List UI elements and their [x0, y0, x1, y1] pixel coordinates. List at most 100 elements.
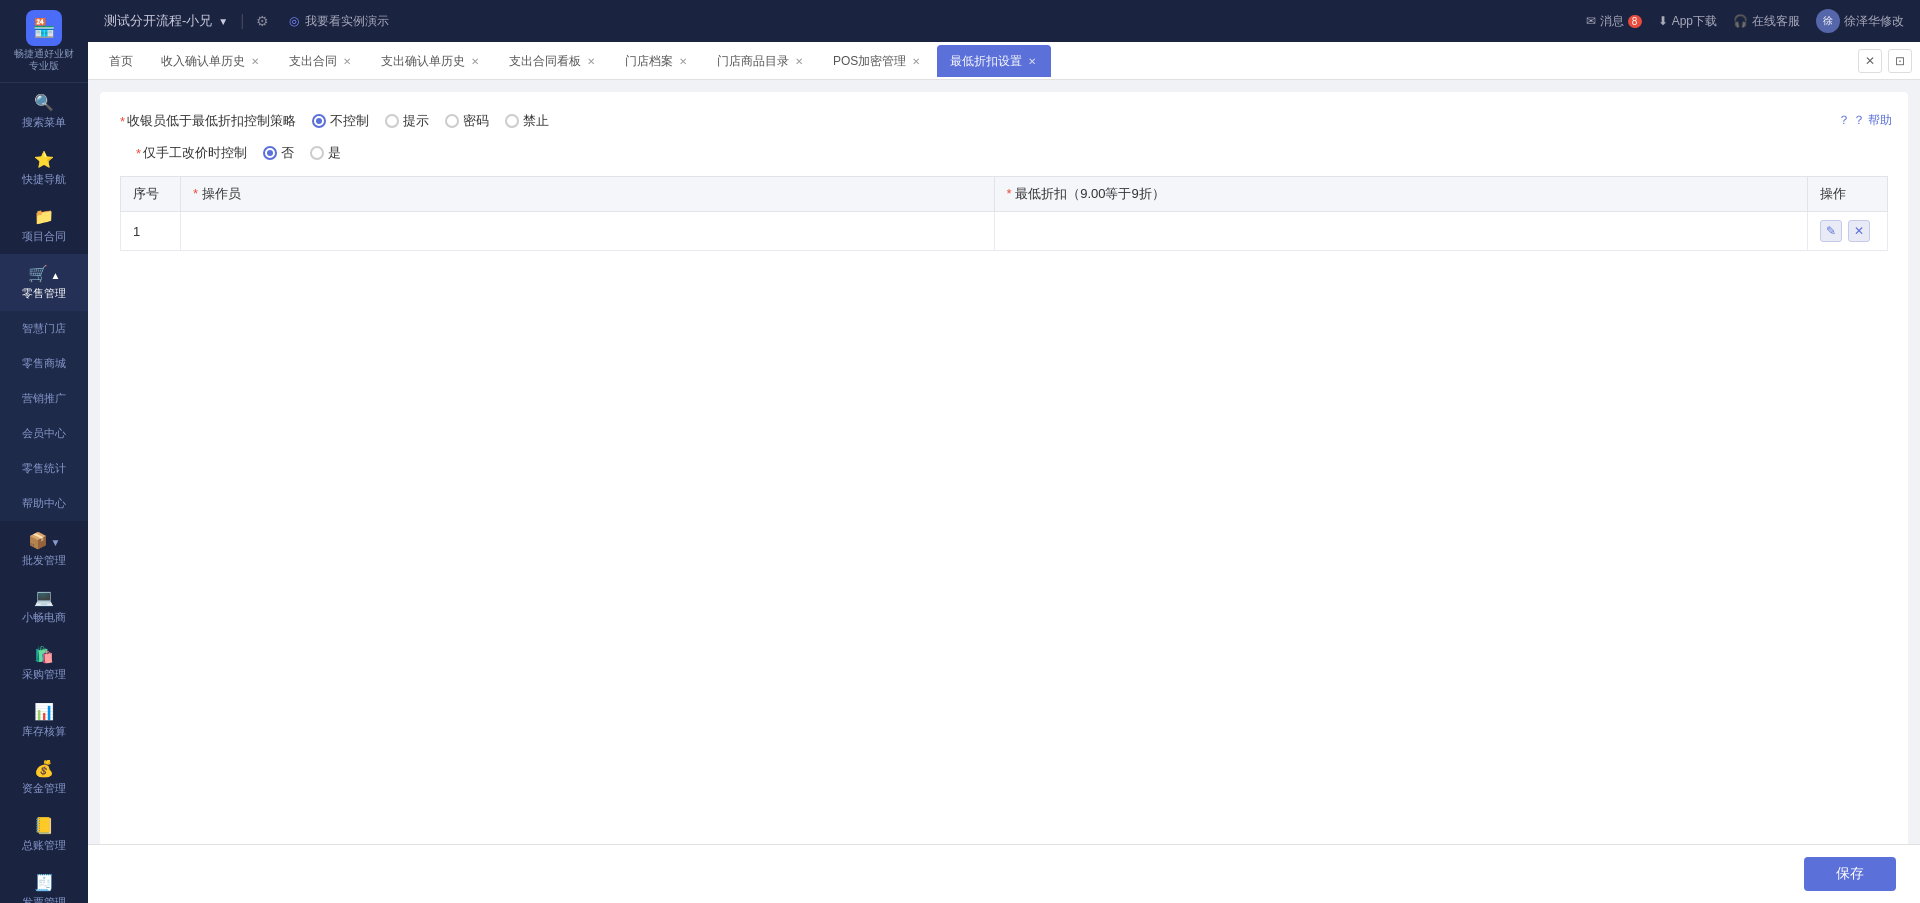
tab-pos-security[interactable]: POS加密管理 ✕: [820, 45, 935, 77]
cell-operator[interactable]: [181, 212, 995, 251]
th-action: 操作: [1808, 177, 1888, 212]
chart-icon: 📊: [34, 702, 54, 721]
table-row: 1 ✎ ✕: [121, 212, 1888, 251]
radio-yes[interactable]: 是: [310, 144, 341, 162]
tab-close-pos-security[interactable]: ✕: [910, 55, 922, 68]
tab-close-payment-board[interactable]: ✕: [585, 55, 597, 68]
tab-payment-confirm-history[interactable]: 支出确认单历史 ✕: [368, 45, 494, 77]
cell-min-discount[interactable]: [994, 212, 1808, 251]
action-buttons: ✎ ✕: [1820, 220, 1875, 242]
tab-store-archive-label: 门店档案: [625, 53, 673, 70]
tab-store-catalog-label: 门店商品目录: [717, 53, 789, 70]
radio-forbid[interactable]: 禁止: [505, 112, 549, 130]
sidebar-item-smart-store[interactable]: 智慧门店: [0, 311, 88, 346]
sidebar-item-wholesale[interactable]: 📦 ▼ 批发管理: [0, 521, 88, 578]
maximize-button[interactable]: ⊡: [1888, 49, 1912, 73]
sidebar-nav: 🔍 搜索菜单 ⭐ 快捷导航 📁 项目合同 🛒 ▲ 零售管理 智慧门店 零售商城 …: [0, 83, 88, 903]
messages-button[interactable]: ✉ 消息 8: [1586, 13, 1642, 30]
form-row-1: * 收银员低于最低折扣控制策略 不控制 提示 密码: [120, 112, 1888, 130]
sidebar-item-purchase[interactable]: 🛍️ 采购管理: [0, 635, 88, 692]
radio-password[interactable]: 密码: [445, 112, 489, 130]
sidebar-item-label: 搜索菜单: [22, 115, 66, 130]
help-link[interactable]: ？ ？ 帮助: [1838, 112, 1892, 129]
app-download-button[interactable]: ⬇ App下载: [1658, 13, 1717, 30]
content-area: ？ ？ 帮助 * 收银员低于最低折扣控制策略 不控制 提示: [88, 80, 1920, 903]
radio-no-control-circle: [312, 114, 326, 128]
page-panel: ？ ？ 帮助 * 收银员低于最低折扣控制策略 不控制 提示: [100, 92, 1908, 865]
question-icon: ？: [1838, 112, 1850, 129]
tab-payment-confirm-history-label: 支出确认单历史: [381, 53, 465, 70]
tab-store-catalog[interactable]: 门店商品目录 ✕: [704, 45, 818, 77]
required-star-2: *: [136, 146, 141, 161]
tab-payment-contract-label: 支出合同: [289, 53, 337, 70]
online-service-button[interactable]: 🎧 在线客服: [1733, 13, 1800, 30]
sidebar-item-project[interactable]: 📁 项目合同: [0, 197, 88, 254]
tab-payment-contract[interactable]: 支出合同 ✕: [276, 45, 366, 77]
tab-close-income-history[interactable]: ✕: [249, 55, 261, 68]
sidebar-item-member[interactable]: 会员中心: [0, 416, 88, 451]
radio-no[interactable]: 否: [263, 144, 294, 162]
tab-income-history-label: 收入确认单历史: [161, 53, 245, 70]
tab-close-store-catalog[interactable]: ✕: [793, 55, 805, 68]
sidebar-item-search[interactable]: 🔍 搜索菜单: [0, 83, 88, 140]
tab-close-payment-confirm-history[interactable]: ✕: [469, 55, 481, 68]
sidebar-item-invoice[interactable]: 🧾 发票管理: [0, 863, 88, 903]
ledger-icon: 📒: [34, 816, 54, 835]
tab-close-payment-contract[interactable]: ✕: [341, 55, 353, 68]
tab-income-history[interactable]: 收入确认单历史 ✕: [148, 45, 274, 77]
folder-icon: 📁: [34, 207, 54, 226]
cell-seq: 1: [121, 212, 181, 251]
download-icon: ⬇: [1658, 14, 1668, 28]
sidebar-item-inventory[interactable]: 📊 库存核算: [0, 692, 88, 749]
star-icon: ⭐: [34, 150, 54, 169]
radio-remind[interactable]: 提示: [385, 112, 429, 130]
required-star-1: *: [120, 114, 125, 129]
tab-close-min-discount[interactable]: ✕: [1026, 55, 1038, 68]
tab-pos-security-label: POS加密管理: [833, 53, 906, 70]
delete-row-button[interactable]: ✕: [1848, 220, 1870, 242]
invoice-icon: 🧾: [34, 873, 54, 892]
table-body: 1 ✎ ✕: [121, 212, 1888, 251]
operator-input[interactable]: [193, 224, 982, 239]
tab-min-discount-label: 最低折扣设置: [950, 53, 1022, 70]
sidebar-item-retail[interactable]: 🛒 ▲ 零售管理: [0, 254, 88, 311]
sidebar-item-help-center[interactable]: 帮助中心: [0, 486, 88, 521]
sidebar-item-ecommerce[interactable]: 💻 小畅电商: [0, 578, 88, 635]
topbar-project[interactable]: 测试分开流程-小兄 ▼: [104, 12, 228, 30]
tab-payment-board-label: 支出合同看板: [509, 53, 581, 70]
tabbar: 首页 收入确认单历史 ✕ 支出合同 ✕ 支出确认单历史 ✕ 支出合同看板 ✕ 门…: [88, 42, 1920, 80]
tab-min-discount[interactable]: 最低折扣设置 ✕: [937, 45, 1051, 77]
tab-home[interactable]: 首页: [96, 45, 146, 77]
main-area: 测试分开流程-小兄 ▼ | ⚙ ◎ 我要看实例演示 ✉ 消息 8 ⬇ App下载…: [88, 0, 1920, 903]
sidebar-item-shortcut[interactable]: ⭐ 快捷导航: [0, 140, 88, 197]
help-text: ？ 帮助: [1853, 112, 1892, 129]
chevron-down-icon: ▼: [218, 16, 228, 27]
th-operator: * 操作员: [181, 177, 995, 212]
tab-close-store-archive[interactable]: ✕: [677, 55, 689, 68]
radio-forbid-circle: [505, 114, 519, 128]
tab-payment-board[interactable]: 支出合同看板 ✕: [496, 45, 610, 77]
sidebar-item-marketing[interactable]: 营销推广: [0, 381, 88, 416]
sidebar-item-retail-stats[interactable]: 零售统计: [0, 451, 88, 486]
user-profile-button[interactable]: 徐 徐泽华修改: [1816, 9, 1904, 33]
tab-store-archive[interactable]: 门店档案 ✕: [612, 45, 702, 77]
sidebar-item-online-store[interactable]: 零售商城: [0, 346, 88, 381]
sidebar-item-ledger[interactable]: 📒 总账管理: [0, 806, 88, 863]
radio-no-control[interactable]: 不控制: [312, 112, 369, 130]
app-logo-text: 畅捷通好业财 专业版: [14, 48, 74, 72]
radio-password-circle: [445, 114, 459, 128]
demo-text: 我要看实例演示: [305, 13, 389, 30]
topbar-right: ✉ 消息 8 ⬇ App下载 🎧 在线客服 徐 徐泽华修改: [1586, 9, 1904, 33]
radio-no-circle: [263, 146, 277, 160]
save-button[interactable]: 保存: [1804, 857, 1896, 891]
search-icon: 🔍: [34, 93, 54, 112]
topbar-demo[interactable]: ◎ 我要看实例演示: [289, 13, 389, 30]
settings-gear-icon[interactable]: ⚙: [256, 13, 269, 29]
radio-group-1: 不控制 提示 密码 禁止: [312, 112, 549, 130]
min-discount-input[interactable]: [1007, 224, 1796, 239]
radio-remind-circle: [385, 114, 399, 128]
table-header: 序号 * 操作员 * 最低折扣（9.00等于9折） 操作: [121, 177, 1888, 212]
sidebar-item-capital[interactable]: 💰 资金管理: [0, 749, 88, 806]
close-tab-button[interactable]: ✕: [1858, 49, 1882, 73]
edit-row-button[interactable]: ✎: [1820, 220, 1842, 242]
